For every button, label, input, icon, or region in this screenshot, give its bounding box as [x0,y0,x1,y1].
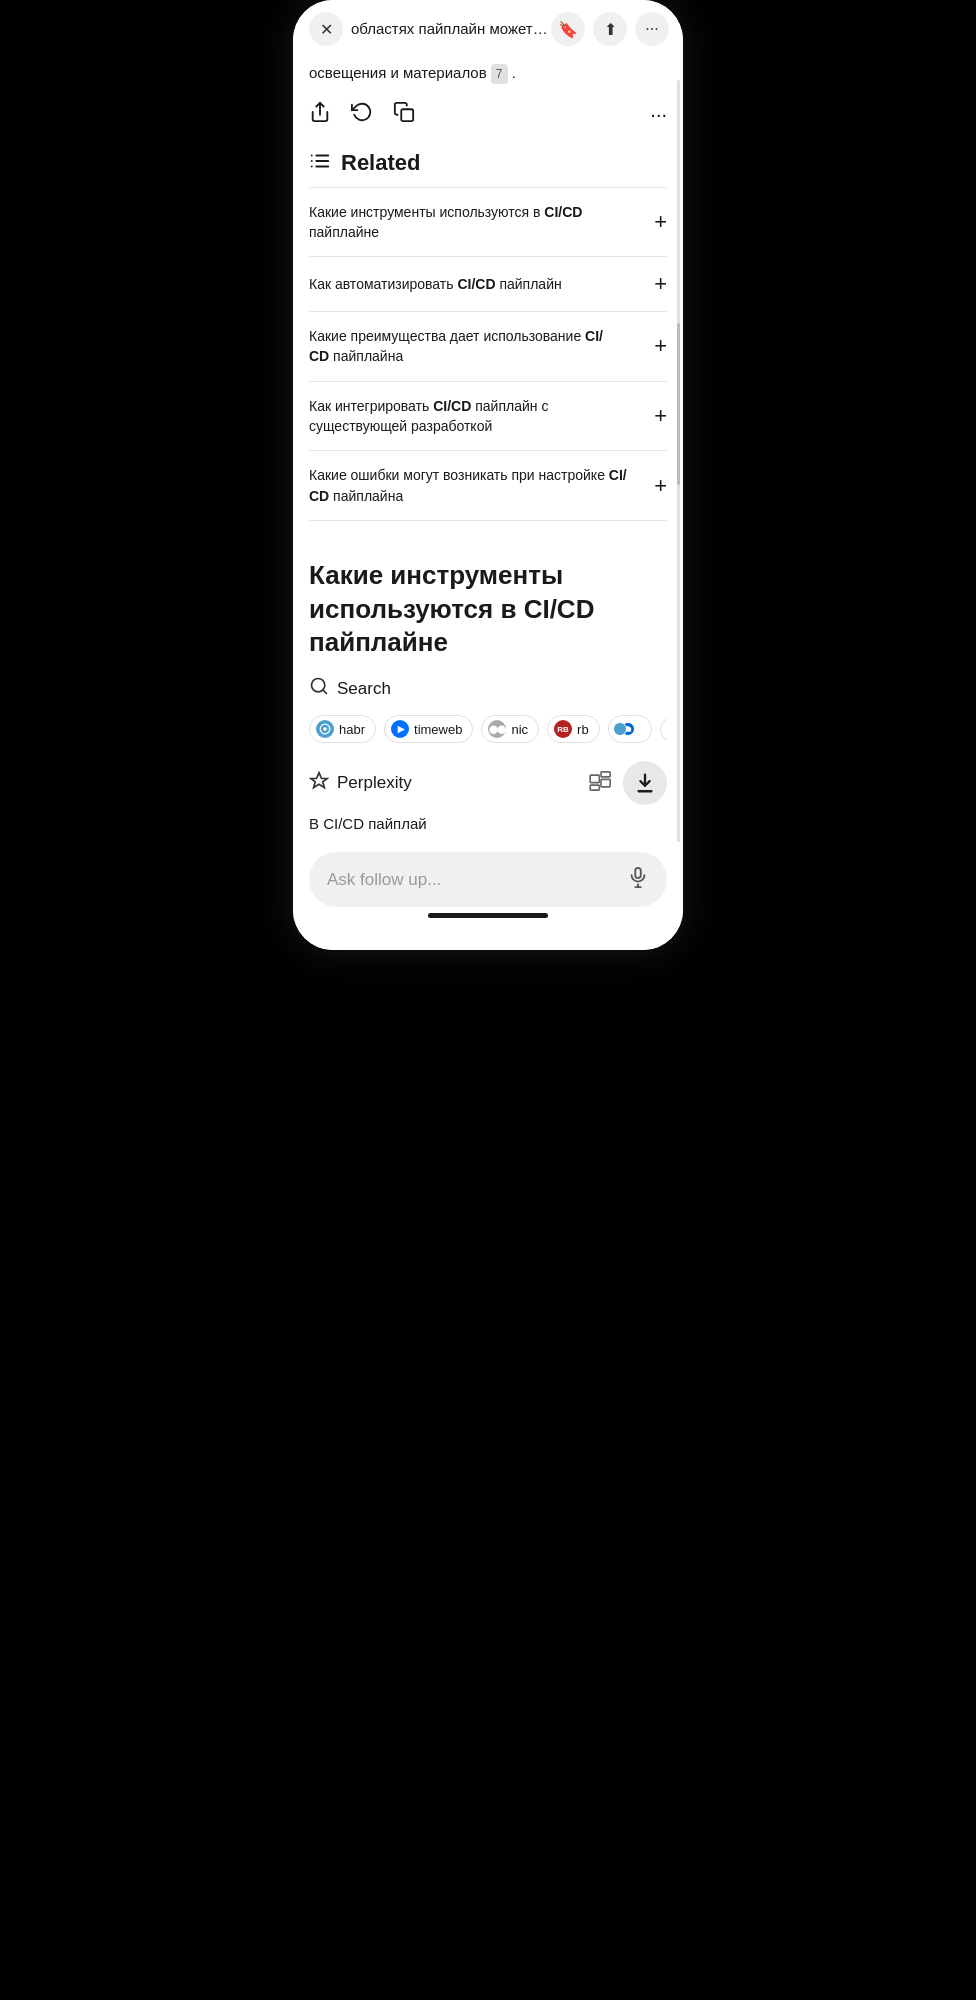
home-indicator [309,907,667,926]
svg-rect-15 [590,775,599,783]
source-chip-habr[interactable]: habr [309,715,376,743]
related-item-text: Как автоматизировать CI/CD пайплайн [309,274,654,294]
action-toolbar: ··· [309,89,667,136]
svg-rect-21 [635,868,641,878]
top-bar-right: 🔖 ⬆ ··· [551,12,669,46]
add-icon-5[interactable]: + [654,473,667,499]
add-icon-1[interactable]: + [654,209,667,235]
related-item-text: Как интегрировать CI/CD пайплайн с сущес… [309,396,654,437]
inline-badge: 7 [491,64,508,84]
source-chip-multi[interactable] [608,715,652,743]
related-item[interactable]: Какие ошибки могут возникать при настрой… [309,451,667,521]
home-bar [428,913,548,918]
perplexity-row: Perplexity [309,761,667,815]
svg-marker-12 [397,725,404,733]
share-icon[interactable] [309,101,331,128]
search-icon [309,676,329,701]
close-button[interactable]: ✕ [309,12,343,46]
source-chip-rb[interactable]: RB rb [547,715,600,743]
perplexity-left: Perplexity [309,771,412,796]
svg-rect-17 [601,779,610,787]
refresh-icon[interactable] [351,101,373,128]
perplexity-right [589,761,667,805]
content-area: освещения и материалов 7 . [293,54,683,842]
svg-rect-16 [601,772,610,777]
top-bar-left: ✕ областях пайплайн может включать этапы… [309,12,551,46]
related-icon [309,150,331,177]
source-label-nic: nic [511,722,528,737]
related-title: Related [341,150,420,176]
svg-rect-18 [590,785,599,790]
bookmark-button[interactable]: 🔖 [551,12,585,46]
bottom-bar: Ask follow up... [293,842,683,950]
perplexity-label: Perplexity [337,773,412,793]
copy-icon[interactable] [393,101,415,128]
search-label: Search [337,679,391,699]
perplexity-icon [309,771,329,796]
main-question-heading: Какие инструменты используются в CI/CD п… [309,549,667,676]
download-button[interactable] [623,761,667,805]
source-avatar-timeweb [391,720,409,738]
share-button-top[interactable]: ⬆ [593,12,627,46]
source-chip-timeweb[interactable]: timeweb [384,715,473,743]
source-label-habr: habr [339,722,365,737]
svg-rect-1 [401,109,413,121]
more-icon-toolbar[interactable]: ··· [650,103,667,126]
top-bar-text: областях пайплайн может включать этапы с… [351,20,551,38]
source-avatar-rb: RB [554,720,572,738]
source-label-rb: rb [577,722,589,737]
bottom-preview-text: В CI/CD пайплай [309,815,667,842]
gallery-icon[interactable] [589,771,613,796]
add-icon-2[interactable]: + [654,271,667,297]
related-header: Related [309,136,667,187]
add-icon-3[interactable]: + [654,333,667,359]
more-button-top[interactable]: ··· [635,12,669,46]
intro-text: освещения и материалов 7 . [309,54,667,89]
add-icon-4[interactable]: + [654,403,667,429]
action-toolbar-left [309,101,415,128]
top-bar: ✕ областях пайплайн может включать этапы… [293,0,683,54]
related-item-text: Какие ошибки могут возникать при настрой… [309,465,654,506]
source-avatar-nic: ⬤⬤ [488,720,506,738]
related-list: Какие инструменты используются в CI/CD п… [309,187,667,521]
search-row: Search [309,676,667,715]
scroll-indicator [677,80,680,890]
source-chip-nic[interactable]: ⬤⬤ nic [481,715,539,743]
related-item-text: Какие инструменты используются в CI/CD п… [309,202,654,243]
source-avatar-multi [613,720,641,738]
related-item-text: Какие преимущества дает использование CI… [309,326,654,367]
related-item[interactable]: Какие инструменты используются в CI/CD п… [309,188,667,258]
related-item[interactable]: Какие преимущества дает использование CI… [309,312,667,382]
related-item[interactable]: Как интегрировать CI/CD пайплайн с сущес… [309,382,667,452]
scroll-thumb [677,323,680,485]
source-chips: habr timeweb ⬤⬤ nic RB r [309,715,667,761]
source-label-timeweb: timeweb [414,722,462,737]
svg-point-11 [323,727,327,731]
related-item[interactable]: Как автоматизировать CI/CD пайплайн + [309,257,667,312]
source-chip-more[interactable]: +4 more [660,717,667,742]
mic-icon[interactable] [627,866,649,893]
ask-input[interactable]: Ask follow up... [309,852,667,907]
source-avatar-habr [316,720,334,738]
svg-line-9 [323,690,327,694]
ask-placeholder: Ask follow up... [327,870,441,890]
